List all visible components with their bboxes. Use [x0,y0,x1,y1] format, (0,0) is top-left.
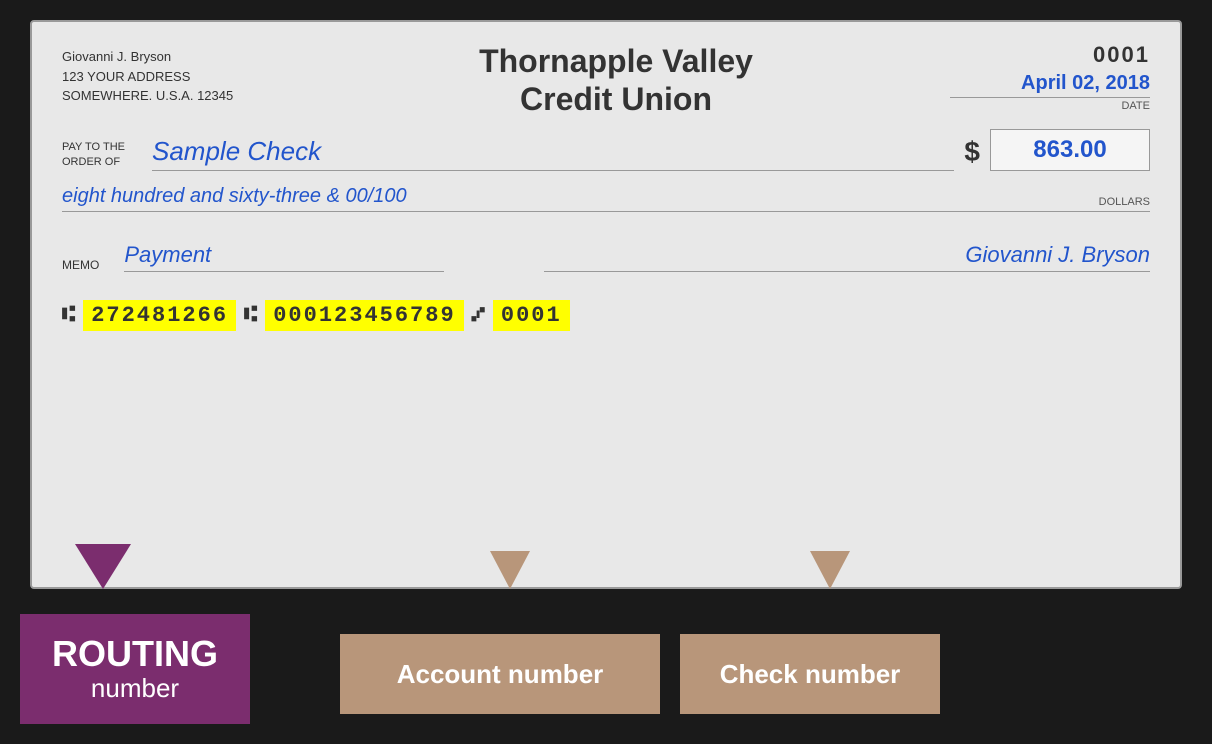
check-number-label-box: Check number [680,634,940,714]
address-section: Giovanni J. Bryson 123 YOUR ADDRESS SOME… [62,42,282,119]
dollar-sign: $ [964,136,980,168]
micr-open-symbol: ⑆ [62,303,75,328]
check-address: Giovanni J. Bryson 123 YOUR ADDRESS SOME… [62,47,282,106]
micr-row: ⑆ 272481266 ⑆ 000123456789 ⑇ 0001 [62,300,1150,331]
account-arrow [490,551,530,589]
account-label-text: Account number [397,659,604,690]
pay-to-label: PAY TO THEORDER OF [62,140,142,171]
check-num-arrow [810,551,850,589]
address-line1: 123 YOUR ADDRESS [62,69,190,84]
date-label: DATE [950,100,1150,112]
micr-close-symbol: ⑆ [244,303,257,328]
payee-name: Sample Check [152,136,321,166]
check-number-top: 0001 [1093,42,1150,68]
memo-text: Payment [124,242,211,267]
micr-equals-symbol: ⑇ [472,303,485,328]
dollars-label: DOLLARS [1099,196,1150,208]
date-value: April 02, 2018 [950,72,1150,98]
payee-line: Sample Check [152,136,954,171]
pay-to-row: PAY TO THEORDER OF Sample Check $ 863.00 [62,129,1150,171]
written-amount-row: eight hundred and sixty-three & 00/100 D… [62,185,1150,212]
written-amount: eight hundred and sixty-three & 00/100 [62,185,1089,208]
micr-routing: 272481266 [83,300,236,331]
signature-text: Giovanni J. Bryson [965,242,1150,267]
check-header: Giovanni J. Bryson 123 YOUR ADDRESS SOME… [62,42,1150,119]
micr-check-number: 0001 [493,300,570,331]
address-name: Giovanni J. Bryson [62,49,171,64]
account-label-box: Account number [340,634,660,714]
routing-arrow [75,544,131,589]
memo-label: MEMO [62,258,99,272]
memo-row: MEMO Payment Giovanni J. Bryson [62,242,1150,272]
routing-label-main: ROUTING [52,634,218,674]
bank-name: Thornapple Valley Credit Union [282,42,950,119]
address-line2: SOMEWHERE. U.S.A. 12345 [62,88,233,103]
memo-line: Payment [124,242,444,272]
check-body: 0001 Giovanni J. Bryson 123 YOUR ADDRESS… [30,20,1182,589]
micr-account: 000123456789 [265,300,463,331]
routing-label-sub: number [91,673,179,704]
routing-label-box: ROUTING number [20,614,250,724]
amount-box: 863.00 [990,129,1150,171]
check-number-label-text: Check number [720,659,901,690]
signature-line: Giovanni J. Bryson [544,242,1150,272]
bottom-area: ROUTING number Account number Check numb… [0,589,1212,744]
